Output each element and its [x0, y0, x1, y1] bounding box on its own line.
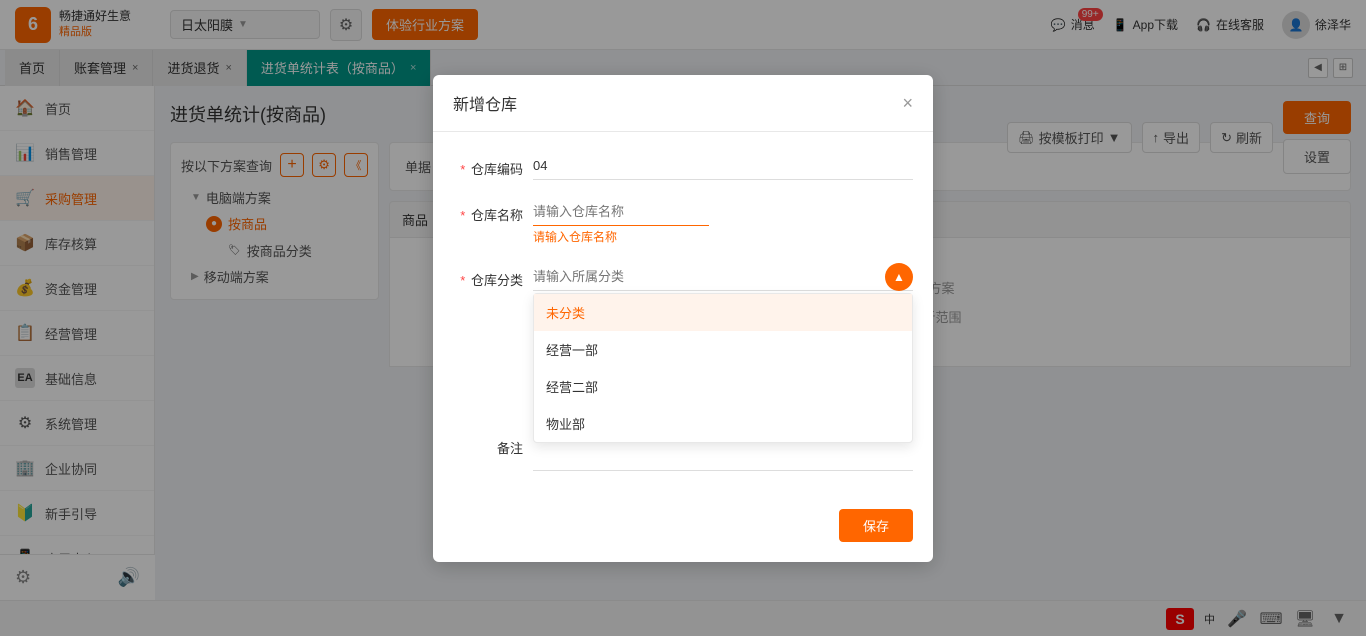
modal-body: * 仓库编码 * 仓库名称 请输入仓库名称 * [433, 132, 933, 499]
dropdown-option-ops2[interactable]: 经营二部 [534, 368, 912, 405]
category-input-wrapper: ▲ 未分类 经营一部 经营二部 物业部 [533, 263, 913, 291]
save-button[interactable]: 保存 [839, 509, 913, 542]
form-row-category: * 仓库分类 ▲ 未分类 经营一部 经营二部 物业部 [453, 263, 913, 291]
dropdown-option-unclassified[interactable]: 未分类 [534, 294, 912, 331]
required-star-code: * [460, 162, 465, 177]
modal-close-button[interactable]: × [902, 94, 913, 112]
dropdown-option-property[interactable]: 物业部 [534, 405, 912, 442]
form-row-code: * 仓库编码 [453, 152, 913, 180]
new-warehouse-modal: 新增仓库 × * 仓库编码 * 仓库名称 请输入仓库名称 [433, 75, 933, 562]
modal-title: 新增仓库 [453, 91, 517, 115]
required-star-name: * [460, 208, 465, 223]
code-input[interactable] [533, 152, 913, 180]
modal-overlay[interactable]: 新增仓库 × * 仓库编码 * 仓库名称 请输入仓库名称 [0, 0, 1366, 636]
category-dropdown-list: 未分类 经营一部 经营二部 物业部 [533, 293, 913, 443]
name-input[interactable] [533, 198, 709, 226]
remark-label: 备注 [453, 431, 533, 457]
category-input[interactable] [533, 263, 913, 291]
name-error-message: 请输入仓库名称 [533, 228, 913, 245]
category-dropdown-button[interactable]: ▲ [885, 263, 913, 291]
code-label: * 仓库编码 [453, 152, 533, 178]
modal-header: 新增仓库 × [433, 75, 933, 132]
form-row-name: * 仓库名称 请输入仓库名称 [453, 198, 913, 245]
category-label: * 仓库分类 [453, 263, 533, 289]
modal-footer: 保存 [433, 499, 933, 562]
chevron-up-icon: ▲ [893, 270, 905, 284]
dropdown-option-ops1[interactable]: 经营一部 [534, 331, 912, 368]
name-input-wrapper: 请输入仓库名称 [533, 198, 913, 245]
name-label: * 仓库名称 [453, 198, 533, 224]
required-star-category: * [460, 273, 465, 288]
